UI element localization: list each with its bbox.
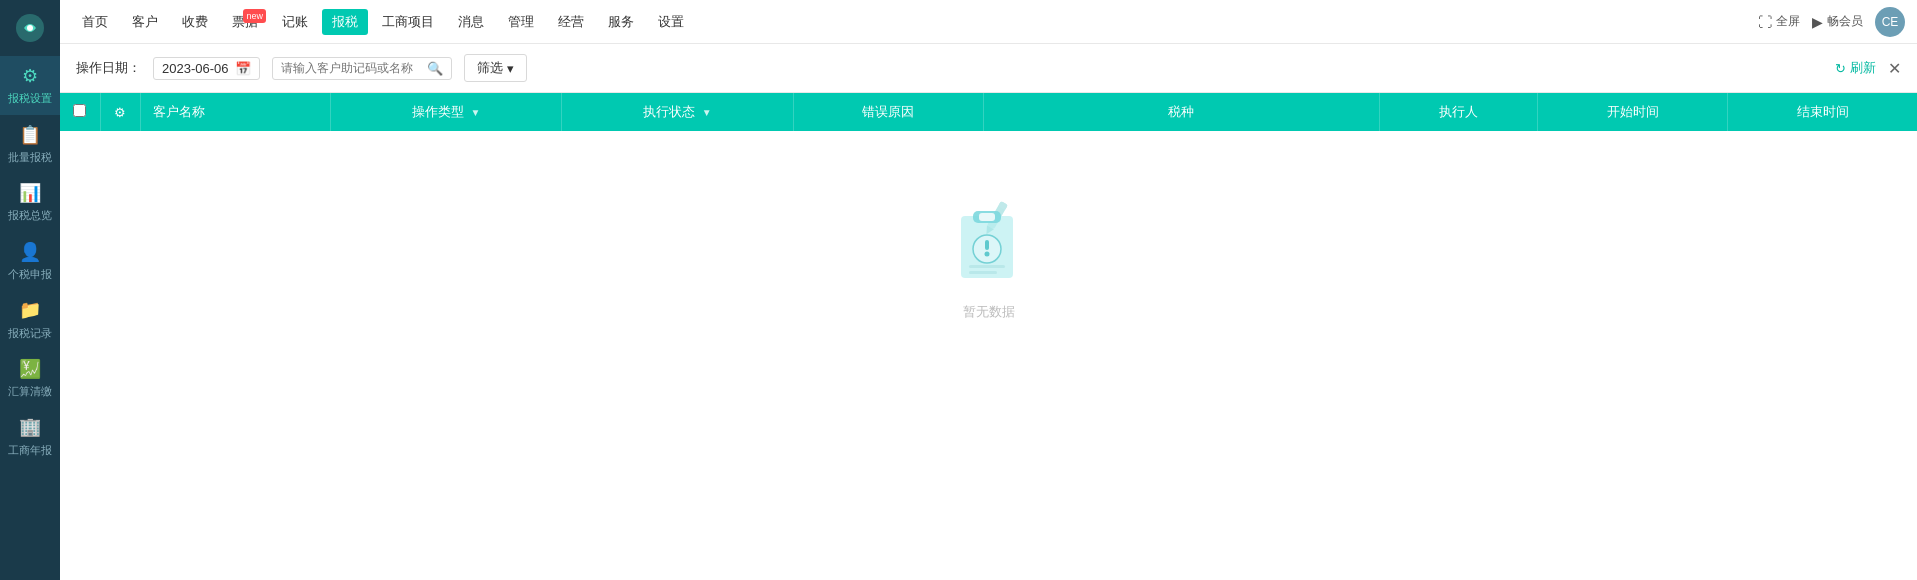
empty-illustration (939, 191, 1039, 291)
table-body: 暂无数据 (60, 131, 1917, 381)
col-end-time: 结束时间 (1728, 93, 1917, 131)
tax-records-icon: 📁 (19, 298, 41, 323)
refresh-label: 刷新 (1850, 59, 1876, 77)
batch-tax-icon: 📋 (19, 123, 41, 148)
sidebar-item-tax-settings-label: 报税设置 (8, 91, 52, 106)
svg-point-1 (27, 25, 33, 31)
col-error-reason: 错误原因 (793, 93, 983, 131)
empty-state: 暂无数据 (60, 131, 1917, 381)
col-checkbox[interactable] (60, 93, 100, 131)
play-icon: ▶ (1812, 14, 1823, 30)
fullscreen-icon: ⛶ (1758, 14, 1772, 30)
invoice-new-badge: new (243, 9, 266, 23)
sidebar-item-personal-tax-label: 个税申报 (8, 267, 52, 282)
toolbar-right: ↻ 刷新 ✕ (1835, 59, 1901, 78)
svg-rect-12 (969, 271, 997, 274)
sidebar-item-settlement[interactable]: 💹 汇算清缴 (0, 349, 60, 408)
filter-button[interactable]: 筛选 ▾ (464, 54, 527, 82)
col-settings[interactable]: ⚙ (100, 93, 140, 131)
sidebar-item-tax-overview[interactable]: 📊 报税总览 (0, 173, 60, 232)
toolbar: 操作日期： 2023-06-06 📅 🔍 筛选 ▾ ↻ 刷新 ✕ (60, 44, 1917, 93)
topnav-right: ⛶ 全屏 ▶ 畅会员 CE (1758, 7, 1905, 37)
close-icon: ✕ (1888, 60, 1901, 77)
empty-state-row: 暂无数据 (60, 131, 1917, 381)
col-tax-type: 税种 (983, 93, 1379, 131)
col-start-time: 开始时间 (1537, 93, 1727, 131)
calendar-icon: 📅 (235, 61, 251, 76)
sort-status-icon: ▼ (702, 107, 712, 118)
svg-rect-11 (969, 265, 1005, 268)
sort-operation-icon: ▼ (470, 107, 480, 118)
nav-billing[interactable]: 收费 (172, 9, 218, 35)
sidebar-logo (10, 8, 50, 48)
select-all-checkbox[interactable] (73, 104, 86, 117)
member-button[interactable]: ▶ 畅会员 (1812, 13, 1863, 30)
sidebar-item-tax-overview-label: 报税总览 (8, 208, 52, 223)
sidebar-item-batch-tax-label: 批量报税 (8, 150, 52, 165)
settlement-icon: 💹 (19, 357, 41, 382)
svg-rect-9 (985, 240, 989, 250)
user-initials: CE (1882, 15, 1899, 29)
settings-icon: ⚙ (114, 105, 126, 120)
topnav: 首页 客户 收费 票据 new 记账 报税 工商项目 消息 (60, 0, 1917, 44)
search-box[interactable]: 🔍 (272, 57, 452, 80)
tax-settings-icon: ⚙ (22, 64, 38, 89)
sidebar-item-tax-records[interactable]: 📁 报税记录 (0, 290, 60, 349)
empty-state-cell: 暂无数据 (60, 131, 1917, 381)
col-exec-status[interactable]: 执行状态 ▼ (562, 93, 793, 131)
fullscreen-label: 全屏 (1776, 13, 1800, 30)
sidebar-item-tax-settings[interactable]: ⚙ 报税设置 (0, 56, 60, 115)
date-value: 2023-06-06 (162, 61, 229, 76)
sidebar-item-batch-tax[interactable]: 📋 批量报税 (0, 115, 60, 174)
nav-finance[interactable]: 经营 (548, 9, 594, 35)
nav-home[interactable]: 首页 (72, 9, 118, 35)
svg-point-10 (984, 252, 989, 257)
chevron-down-icon: ▾ (507, 61, 514, 76)
date-picker[interactable]: 2023-06-06 📅 (153, 57, 260, 80)
sidebar-item-tax-records-label: 报税记录 (8, 326, 52, 341)
filter-label: 筛选 (477, 59, 503, 77)
table-header-row: ⚙ 客户名称 操作类型 ▼ 执行状态 ▼ (60, 93, 1917, 131)
user-avatar[interactable]: CE (1875, 7, 1905, 37)
refresh-icon: ↻ (1835, 61, 1846, 76)
nav-business[interactable]: 工商项目 (372, 9, 444, 35)
tax-overview-icon: 📊 (19, 181, 41, 206)
nav-service[interactable]: 服务 (598, 9, 644, 35)
nav-tax[interactable]: 报税 (322, 9, 368, 35)
sidebar: ⚙ 报税设置 📋 批量报税 📊 报税总览 👤 个税申报 📁 报税记录 💹 汇算清… (0, 0, 60, 580)
sidebar-item-settlement-label: 汇算清缴 (8, 384, 52, 399)
personal-tax-icon: 👤 (19, 240, 41, 265)
member-label: 畅会员 (1827, 13, 1863, 30)
col-customer-name: 客户名称 (140, 93, 330, 131)
main-table: ⚙ 客户名称 操作类型 ▼ 执行状态 ▼ (60, 93, 1917, 381)
sidebar-item-personal-tax[interactable]: 👤 个税申报 (0, 232, 60, 291)
search-input[interactable] (281, 61, 421, 75)
annual-report-icon: 🏢 (19, 415, 41, 440)
empty-text: 暂无数据 (963, 303, 1015, 321)
col-operation-type[interactable]: 操作类型 ▼ (330, 93, 561, 131)
topnav-items: 首页 客户 收费 票据 new 记账 报税 工商项目 消息 (72, 9, 1758, 35)
sidebar-item-annual-report[interactable]: 🏢 工商年报 (0, 407, 60, 466)
nav-messages[interactable]: 消息 (448, 9, 494, 35)
nav-customer[interactable]: 客户 (122, 9, 168, 35)
nav-account[interactable]: 记账 (272, 9, 318, 35)
col-executor: 执行人 (1379, 93, 1537, 131)
date-label: 操作日期： (76, 59, 141, 77)
nav-settings[interactable]: 设置 (648, 9, 694, 35)
sidebar-item-annual-report-label: 工商年报 (8, 443, 52, 458)
refresh-button[interactable]: ↻ 刷新 (1835, 59, 1876, 77)
content: 操作日期： 2023-06-06 📅 🔍 筛选 ▾ ↻ 刷新 ✕ (60, 44, 1917, 580)
nav-management[interactable]: 管理 (498, 9, 544, 35)
search-icon: 🔍 (427, 61, 443, 76)
main-area: 首页 客户 收费 票据 new 记账 报税 工商项目 消息 (60, 0, 1917, 580)
table-container: ⚙ 客户名称 操作类型 ▼ 执行状态 ▼ (60, 93, 1917, 580)
nav-invoice[interactable]: 票据 new (222, 9, 268, 35)
fullscreen-button[interactable]: ⛶ 全屏 (1758, 13, 1800, 30)
svg-rect-7 (979, 213, 995, 221)
close-button[interactable]: ✕ (1888, 59, 1901, 78)
